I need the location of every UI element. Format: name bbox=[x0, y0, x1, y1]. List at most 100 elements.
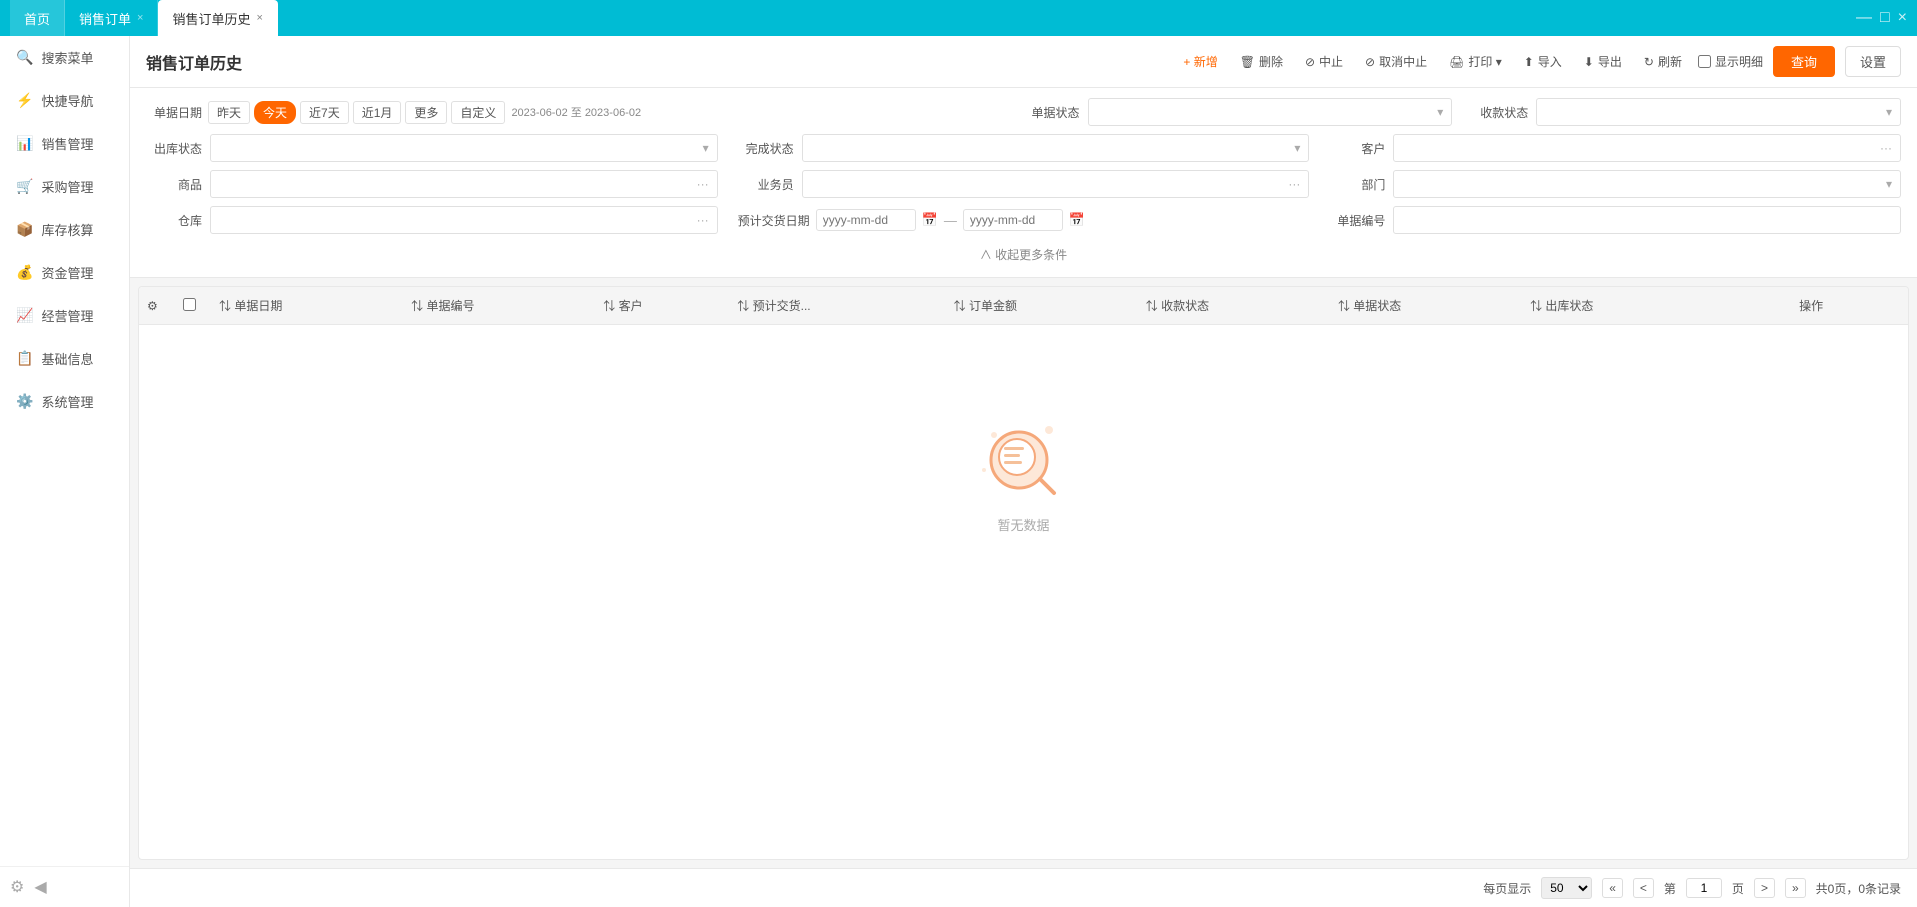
tab-sales-order-history[interactable]: 销售订单历史 × bbox=[158, 0, 277, 36]
expected-date-end[interactable] bbox=[963, 209, 1063, 231]
settings-btn[interactable]: 设置 bbox=[1845, 46, 1901, 77]
page-header: 销售订单历史 + 新增 🗑 🗑 删除 删除 ⊘ 中止 ⊘ 取消中止 🖨 bbox=[130, 36, 1917, 88]
page-input[interactable] bbox=[1686, 878, 1722, 898]
cancel-stop-btn[interactable]: ⊘ 取消中止 bbox=[1359, 49, 1433, 74]
page-last-btn[interactable]: » bbox=[1785, 878, 1806, 898]
calendar-end-icon[interactable]: 📅 bbox=[1069, 212, 1085, 228]
product-dots[interactable]: ··· bbox=[697, 177, 709, 191]
total-label: 共0页，0条记录 bbox=[1816, 880, 1901, 897]
department-label: 部门 bbox=[1329, 176, 1385, 193]
query-btn[interactable]: 查询 bbox=[1773, 46, 1835, 77]
page-prev-btn[interactable]: < bbox=[1633, 878, 1654, 898]
sidebar-item-purchase-label: 采购管理 bbox=[41, 177, 93, 196]
page-go-label: 第 bbox=[1664, 880, 1676, 897]
capital-mgmt-icon: 💰 bbox=[16, 264, 33, 281]
sidebar-item-capital-mgmt[interactable]: 💰 资金管理 bbox=[0, 251, 129, 294]
filter-item-customer: 客户 ··· bbox=[1329, 134, 1901, 162]
doc-status-label: 单据状态 bbox=[1024, 104, 1080, 121]
customer-dots[interactable]: ··· bbox=[1880, 141, 1892, 155]
sidebar-item-system-mgmt[interactable]: ⚙️ 系统管理 bbox=[0, 380, 129, 423]
th-number[interactable]: ⇅ 单据编号 bbox=[403, 287, 595, 325]
search-menu-icon: 🔍 bbox=[16, 49, 33, 66]
sidebar-item-purchase-mgmt[interactable]: 🛒 采购管理 bbox=[0, 165, 129, 208]
out-warehouse-select[interactable]: ▾ bbox=[210, 134, 718, 162]
collect-more-btn[interactable]: ∧ 收起更多条件 bbox=[146, 242, 1901, 267]
date-btn-custom[interactable]: 自定义 bbox=[451, 101, 505, 124]
th-out-warehouse[interactable]: ⇅ 出库状态 bbox=[1522, 287, 1714, 325]
payment-status-label: 收款状态 bbox=[1472, 104, 1528, 121]
page-size-select[interactable]: 50 10 20 100 bbox=[1541, 877, 1592, 899]
sidebar-settings-btn[interactable]: ⚙ bbox=[10, 877, 24, 897]
window-minimize-btn[interactable]: — bbox=[1856, 9, 1872, 27]
out-warehouse-label: 出库状态 bbox=[146, 140, 202, 157]
sidebar-item-basic-info[interactable]: 📋 基础信息 bbox=[0, 337, 129, 380]
department-select[interactable]: ▾ bbox=[1393, 170, 1901, 198]
export-btn[interactable]: ⬇ 导出 bbox=[1578, 49, 1628, 74]
window-close-btn[interactable]: × bbox=[1898, 9, 1907, 27]
delete-btn[interactable]: 🗑 🗑 删除 删除 bbox=[1234, 49, 1289, 74]
inventory-check-icon: 📦 bbox=[16, 221, 33, 238]
warehouse-dots[interactable]: ··· bbox=[697, 213, 709, 227]
doc-status-select[interactable]: ▾ bbox=[1088, 98, 1453, 126]
import-btn[interactable]: ⬆ 导入 bbox=[1518, 49, 1568, 74]
doc-number-input[interactable] bbox=[1393, 206, 1901, 234]
th-amount[interactable]: ⇅ 订单金额 bbox=[946, 287, 1138, 325]
salesperson-input[interactable]: ··· bbox=[802, 170, 1310, 198]
date-btn-7days[interactable]: 近7天 bbox=[300, 101, 349, 124]
product-input[interactable]: ··· bbox=[210, 170, 718, 198]
th-payment-status[interactable]: ⇅ 收款状态 bbox=[1138, 287, 1330, 325]
filter-item-doc-number: 单据编号 bbox=[1329, 206, 1901, 234]
salesperson-dots[interactable]: ··· bbox=[1288, 177, 1300, 191]
date-separator: — bbox=[944, 213, 957, 228]
sidebar-item-operation-mgmt[interactable]: 📈 经营管理 bbox=[0, 294, 129, 337]
payment-status-select[interactable]: ▾ bbox=[1536, 98, 1901, 126]
date-btn-more[interactable]: 更多 bbox=[405, 101, 447, 124]
sidebar-item-sales-mgmt[interactable]: 📊 销售管理 bbox=[0, 122, 129, 165]
th-operation: 操作 bbox=[1714, 287, 1908, 325]
sidebar-collapse-btn[interactable]: ◀ bbox=[34, 877, 46, 897]
select-all-checkbox[interactable] bbox=[183, 298, 196, 311]
th-checkbox bbox=[175, 287, 211, 325]
customer-input[interactable]: ··· bbox=[1393, 134, 1901, 162]
tab-sales-order[interactable]: 销售订单 × bbox=[65, 0, 158, 36]
complete-status-select[interactable]: ▾ bbox=[802, 134, 1310, 162]
new-btn[interactable]: + 新增 bbox=[1177, 49, 1223, 74]
calendar-start-icon[interactable]: 📅 bbox=[922, 212, 938, 228]
stop-btn[interactable]: ⊘ 中止 bbox=[1299, 49, 1349, 74]
sidebar-item-quick-nav[interactable]: ⚡ 快捷导航 bbox=[0, 79, 129, 122]
filter-item-warehouse: 仓库 ··· bbox=[146, 206, 718, 234]
th-expected-date[interactable]: ⇅ 预计交货... bbox=[729, 287, 945, 325]
expected-date-start[interactable] bbox=[816, 209, 916, 231]
sidebar-item-quick-label: 快捷导航 bbox=[41, 91, 93, 110]
tab-sales-order-close[interactable]: × bbox=[137, 12, 143, 24]
date-btn-1month[interactable]: 近1月 bbox=[353, 101, 402, 124]
print-btn[interactable]: 🖨 打印 ▾ bbox=[1443, 49, 1508, 74]
page-first-btn[interactable]: « bbox=[1602, 878, 1623, 898]
sidebar-item-search-menu[interactable]: 🔍 搜索菜单 bbox=[0, 36, 129, 79]
page-next-btn[interactable]: > bbox=[1754, 878, 1775, 898]
th-doc-status[interactable]: ⇅ 单据状态 bbox=[1330, 287, 1522, 325]
sidebar-item-inventory-check[interactable]: 📦 库存核算 bbox=[0, 208, 129, 251]
table-footer: 每页显示 50 10 20 100 « < 第 页 > » 共0页，0条记录 bbox=[130, 868, 1917, 907]
operation-mgmt-icon: 📈 bbox=[16, 307, 33, 324]
tab-sales-order-history-close[interactable]: × bbox=[256, 12, 262, 24]
filter-item-date: 单据日期 昨天 今天 近7天 近1月 更多 自定义 2023-06-02 至 2… bbox=[146, 101, 1004, 124]
stop-icon: ⊘ bbox=[1305, 55, 1315, 69]
date-btn-yesterday[interactable]: 昨天 bbox=[208, 101, 250, 124]
th-settings[interactable]: ⚙ bbox=[139, 287, 175, 325]
th-date[interactable]: ⇅ 单据日期 bbox=[211, 287, 403, 325]
sidebar: 🔍 搜索菜单 ⚡ 快捷导航 📊 销售管理 🛒 采购管理 📦 库存核算 💰 资金管… bbox=[0, 36, 130, 907]
filter-item-complete-status: 完成状态 ▾ bbox=[738, 134, 1310, 162]
table-wrapper: ⚙ ⇅ 单据日期 ⇅ 单据编号 ⇅ 客户 bbox=[138, 286, 1909, 860]
warehouse-input[interactable]: ··· bbox=[210, 206, 718, 234]
tab-home[interactable]: 首页 bbox=[10, 0, 65, 36]
refresh-btn[interactable]: ↻ 刷新 bbox=[1638, 49, 1688, 74]
date-btn-today[interactable]: 今天 bbox=[254, 101, 296, 124]
table-header: ⚙ ⇅ 单据日期 ⇅ 单据编号 ⇅ 客户 bbox=[139, 287, 1908, 325]
th-customer[interactable]: ⇅ 客户 bbox=[595, 287, 729, 325]
show-detail-label[interactable]: 显示明细 bbox=[1698, 53, 1763, 70]
window-restore-btn[interactable]: □ bbox=[1880, 9, 1890, 27]
tab-sales-order-history-label: 销售订单历史 bbox=[172, 9, 250, 28]
filter-row-2: 出库状态 ▾ 完成状态 ▾ 客户 bbox=[146, 134, 1901, 162]
show-detail-checkbox[interactable] bbox=[1698, 55, 1711, 68]
